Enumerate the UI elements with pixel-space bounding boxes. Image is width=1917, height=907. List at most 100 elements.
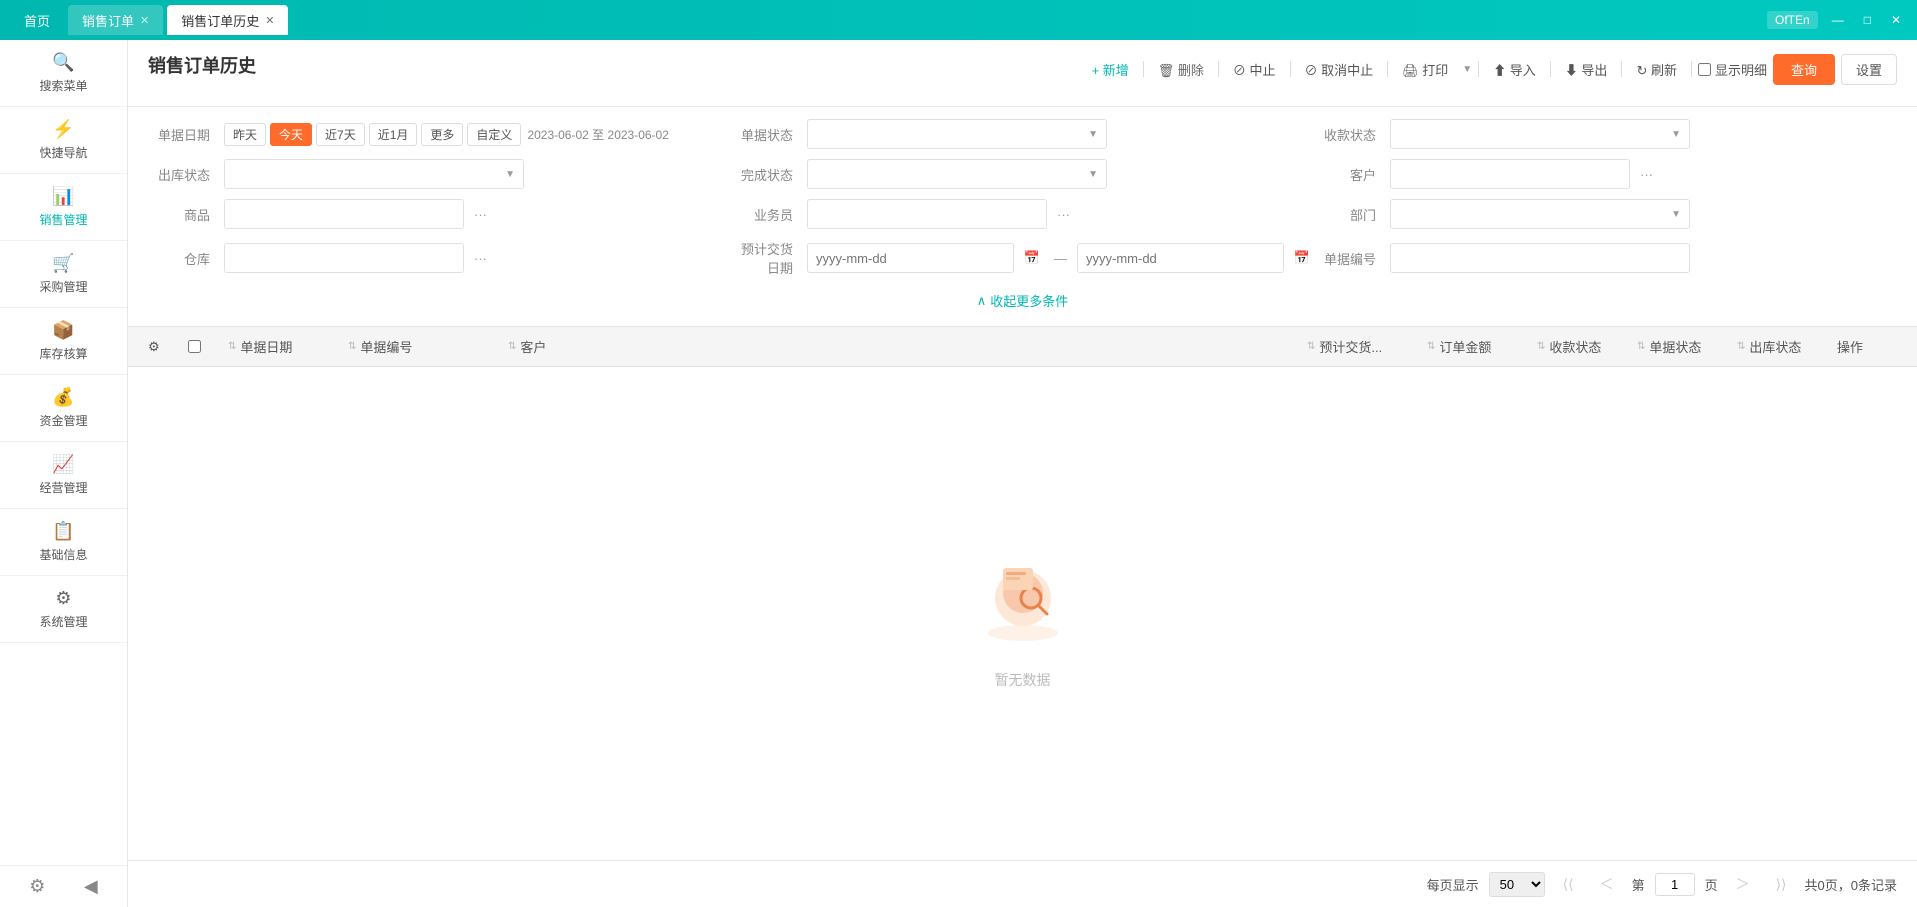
- last-page-btn[interactable]: ⟩⟩: [1768, 873, 1795, 896]
- filter-goods-field: 商品 ···: [148, 199, 731, 229]
- sidebar-item-operations[interactable]: 📈 经营管理: [0, 442, 127, 509]
- setting-button[interactable]: 设置: [1841, 54, 1897, 85]
- display-detail-input[interactable]: [1698, 63, 1711, 76]
- salesperson-dots[interactable]: ···: [1053, 207, 1074, 222]
- delete-button[interactable]: 🗑 删除: [1150, 56, 1212, 83]
- salesperson-label: 业务员: [731, 205, 801, 224]
- order-no-label: 单据编号: [1314, 249, 1384, 268]
- date-custom-btn[interactable]: 自定义: [467, 123, 521, 146]
- filter-row-3: 商品 ··· 业务员 ··· 部门 ▼: [148, 199, 1897, 229]
- th-amount[interactable]: ⇅ 订单金额: [1417, 329, 1527, 364]
- sidebar-item-purchase-mgmt-label: 采购管理: [39, 278, 87, 295]
- date-label: 单据日期: [148, 125, 218, 144]
- sidebar-item-purchase-mgmt[interactable]: 🛒 采购管理: [0, 241, 127, 308]
- operations-icon: 📈: [52, 454, 74, 475]
- dept-select[interactable]: ▼: [1390, 199, 1690, 229]
- sidebar-item-quick-nav[interactable]: ⚡ 快捷导航: [0, 107, 127, 174]
- import-button[interactable]: ⬆ 导入: [1485, 56, 1544, 83]
- divider-1: [1143, 61, 1144, 77]
- date-1month-btn[interactable]: 近1月: [369, 123, 418, 146]
- stop-button[interactable]: ⊘ 中止: [1225, 56, 1284, 83]
- delivery-start-input[interactable]: [807, 243, 1014, 273]
- order-no-input[interactable]: [1390, 243, 1690, 273]
- calendar-start-icon[interactable]: 📅: [1020, 250, 1044, 266]
- warehouse-input[interactable]: [224, 243, 464, 273]
- basic-info-icon: 📋: [52, 521, 74, 542]
- sidebar-item-system-mgmt[interactable]: ⚙ 系统管理: [0, 576, 127, 643]
- sidebar-item-finance[interactable]: 💰 资金管理: [0, 375, 127, 442]
- th-date[interactable]: ⇅ 单据日期: [218, 329, 338, 364]
- sidebar-item-sales-mgmt-label: 销售管理: [39, 211, 87, 228]
- out-status-sort-icon: ⇅: [1737, 341, 1745, 352]
- date-7days-btn[interactable]: 近7天: [316, 123, 365, 146]
- select-all-checkbox[interactable]: [188, 340, 201, 353]
- new-button[interactable]: + 新增: [1084, 56, 1137, 83]
- calendar-end-icon[interactable]: 📅: [1290, 250, 1314, 266]
- th-out-status[interactable]: ⇅ 出库状态: [1727, 329, 1827, 364]
- table-area: ⚙ ⇅ 单据日期 ⇅ 单据编号 ⇅ 客户 ⇅: [128, 327, 1917, 860]
- divider-7: [1621, 61, 1622, 77]
- date-yesterday-btn[interactable]: 昨天: [224, 123, 266, 146]
- order-status-select[interactable]: ▼: [807, 119, 1107, 149]
- empty-text: 暂无数据: [995, 670, 1051, 690]
- tab-history-close[interactable]: ✕: [265, 14, 274, 27]
- th-order-no[interactable]: ⇅ 单据编号: [338, 329, 498, 364]
- page-size-select[interactable]: 50 10 20 100: [1489, 872, 1545, 897]
- customer-input[interactable]: [1390, 159, 1630, 189]
- column-settings-icon[interactable]: ⚙: [148, 339, 160, 355]
- th-settings[interactable]: ⚙: [138, 331, 178, 363]
- pay-status-select[interactable]: ▼: [1390, 119, 1690, 149]
- minimize-btn[interactable]: —: [1826, 11, 1850, 29]
- sidebar-item-basic-info[interactable]: 📋 基础信息: [0, 509, 127, 576]
- refresh-button[interactable]: ↻ 刷新: [1628, 56, 1685, 83]
- export-button[interactable]: ⬇ 导出: [1557, 56, 1616, 83]
- first-page-btn[interactable]: ⟨⟨: [1555, 873, 1582, 896]
- order-status-label: 单据状态: [731, 125, 801, 144]
- out-status-select[interactable]: ▼: [224, 159, 524, 189]
- divider-8: [1691, 61, 1692, 77]
- page-input[interactable]: [1655, 873, 1695, 896]
- delivery-end-input[interactable]: [1077, 243, 1284, 273]
- th-order-status-label: 单据状态: [1649, 337, 1701, 356]
- tab-sales-order-close[interactable]: ✕: [140, 14, 149, 27]
- complete-status-select[interactable]: ▼: [807, 159, 1107, 189]
- next-page-btn[interactable]: ＞: [1728, 871, 1758, 897]
- cancel-stop-button[interactable]: ⊘ 取消中止: [1297, 56, 1382, 83]
- often-badge: OfTEn: [1767, 11, 1818, 29]
- tab-sales-order-history[interactable]: 销售订单历史 ✕: [167, 5, 288, 35]
- dept-label: 部门: [1314, 205, 1384, 224]
- restore-btn[interactable]: □: [1858, 11, 1877, 29]
- th-customer[interactable]: ⇅ 客户: [498, 329, 1297, 364]
- filter-delivery-date-field: 预计交货日期 📅 — 📅: [731, 239, 1314, 277]
- print-button[interactable]: 🖨 打印: [1394, 56, 1456, 83]
- warehouse-dots[interactable]: ···: [470, 251, 491, 266]
- customer-dots[interactable]: ···: [1636, 167, 1657, 182]
- th-pay-status[interactable]: ⇅ 收款状态: [1527, 329, 1627, 364]
- print-arrow[interactable]: ▼: [1462, 64, 1472, 75]
- date-today-btn[interactable]: 今天: [270, 123, 312, 146]
- date-end: 2023-06-02: [608, 128, 669, 142]
- display-detail-checkbox[interactable]: 显示明细: [1698, 60, 1767, 79]
- goods-dots[interactable]: ···: [470, 207, 491, 222]
- th-delivery[interactable]: ⇅ 预计交货...: [1297, 329, 1417, 364]
- close-btn[interactable]: ✕: [1885, 11, 1907, 29]
- sidebar-collapse-icon[interactable]: ◀: [84, 876, 98, 897]
- prev-page-btn[interactable]: ＜: [1592, 871, 1622, 897]
- salesperson-input[interactable]: [807, 199, 1047, 229]
- customer-sort-icon: ⇅: [508, 341, 516, 352]
- date-more-btn[interactable]: 更多: [421, 123, 463, 146]
- th-order-status[interactable]: ⇅ 单据状态: [1627, 329, 1727, 364]
- collapse-button[interactable]: ∧ 收起更多条件: [973, 287, 1073, 314]
- date-separator: 至: [592, 128, 607, 142]
- th-checkbox[interactable]: [178, 332, 218, 361]
- delivery-date-label: 预计交货日期: [731, 239, 801, 277]
- tab-sales-order[interactable]: 销售订单 ✕: [68, 5, 163, 35]
- sidebar-settings-icon[interactable]: ⚙: [29, 876, 45, 897]
- sidebar-item-inventory[interactable]: 📦 库存核算: [0, 308, 127, 375]
- sidebar-item-sales-mgmt[interactable]: 📊 销售管理: [0, 174, 127, 241]
- sidebar-item-search-menu[interactable]: 🔍 搜索菜单: [0, 40, 127, 107]
- tab-home[interactable]: 首页: [10, 5, 64, 35]
- divider-4: [1387, 61, 1388, 77]
- search-button[interactable]: 查询: [1773, 54, 1835, 85]
- goods-input[interactable]: [224, 199, 464, 229]
